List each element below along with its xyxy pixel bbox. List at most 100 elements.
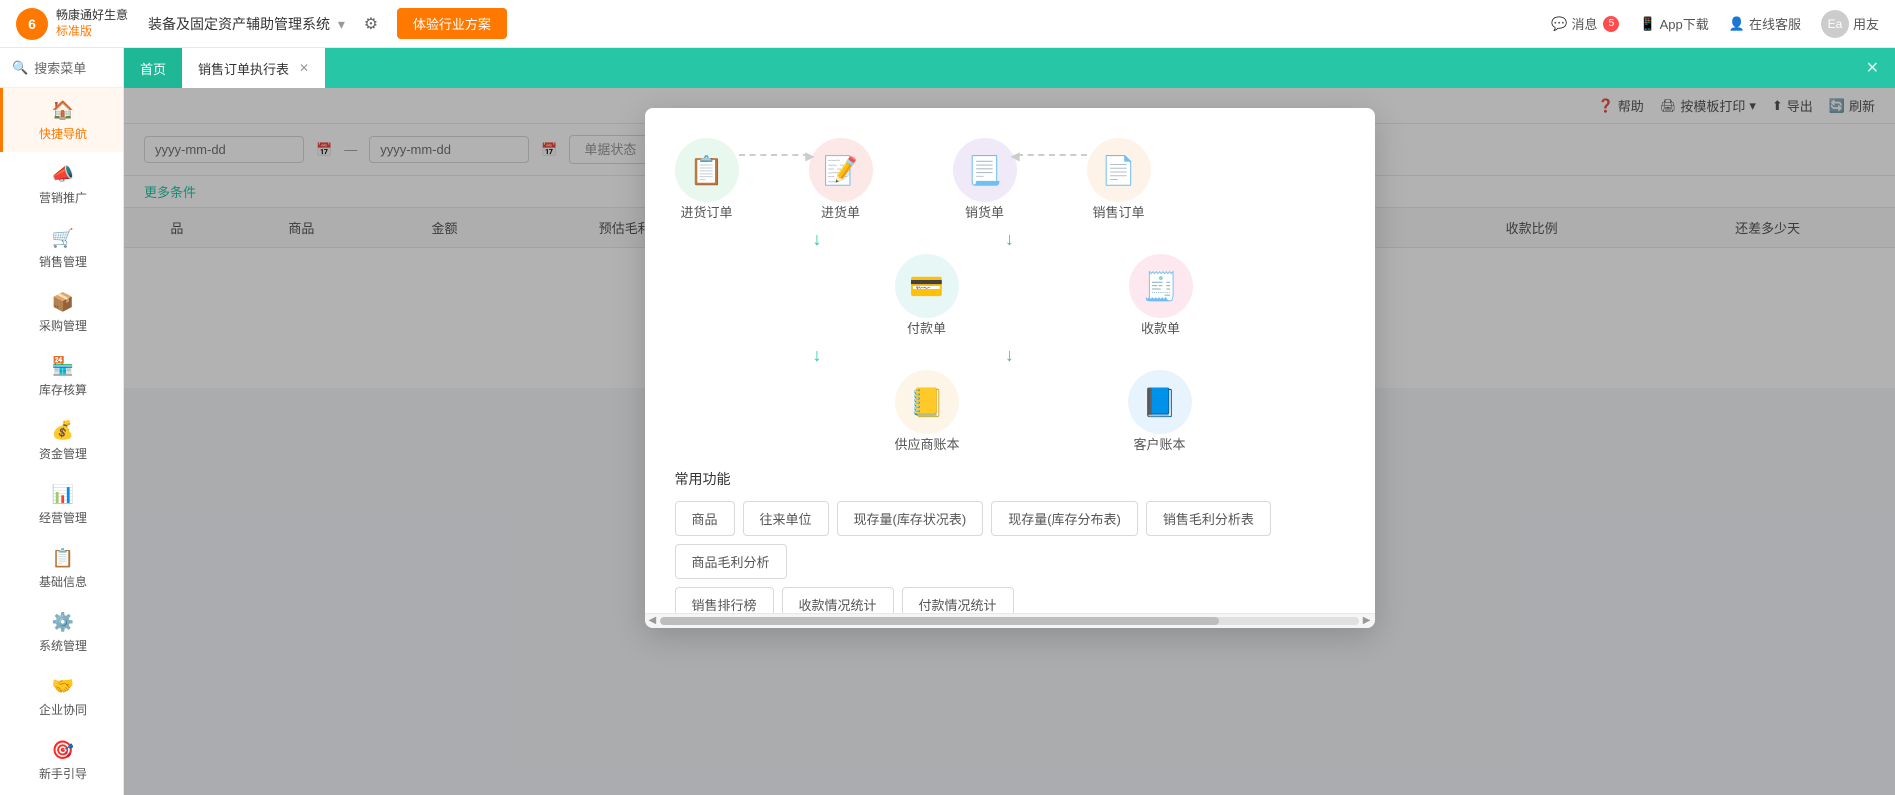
- sales-icon: 🛒: [52, 228, 74, 249]
- arrow-purchase: ▶: [739, 154, 809, 156]
- sidebar-item-guide[interactable]: 🎯 新手引导: [0, 728, 123, 792]
- logo-icon: 6: [16, 8, 48, 40]
- customer-account-circle: 📘: [1128, 370, 1192, 434]
- arrow-sales: ◀: [1017, 154, 1087, 156]
- avatar: Ea: [1821, 10, 1849, 38]
- page-content: ❓ 帮助 🖨 按模板打印 ▾ ⬆ 导出 🔄 刷新: [124, 88, 1895, 795]
- sidebar-item-sales[interactable]: 🛒 销售管理: [0, 216, 123, 280]
- purchase-icon: 📦: [52, 292, 74, 313]
- func-btn-sales-profit-analysis[interactable]: 销售毛利分析表: [1146, 501, 1271, 536]
- modal-content: 📋 进货订单 ▶ 📝 进货单: [645, 108, 1375, 613]
- supplier-account-label: 供应商账本: [895, 434, 960, 453]
- modal-overlay[interactable]: 📋 进货订单 ▶ 📝 进货单: [124, 88, 1895, 795]
- flow-second-row: 💳 付款单 🧾 收款单: [675, 254, 1345, 337]
- finance-icon: 💰: [52, 420, 74, 441]
- scrollbar-track[interactable]: [660, 617, 1359, 625]
- message-badge: 5: [1603, 16, 1619, 32]
- purchase-order-node: 📋 进货订单: [675, 138, 739, 221]
- down-arrow-supplier: ↓: [675, 345, 960, 366]
- common-funcs-title: 常用功能: [675, 469, 1345, 489]
- purchase-order-label: 进货订单: [680, 202, 732, 221]
- scroll-left-arrow[interactable]: ◀: [649, 615, 657, 626]
- scroll-right-arrow[interactable]: ▶: [1363, 615, 1371, 626]
- close-all-tabs-button[interactable]: ✕: [1850, 48, 1895, 88]
- customer-account-node: 📘 客户账本: [1128, 370, 1192, 453]
- settings-gear-button[interactable]: ⚙: [357, 10, 385, 38]
- customer-account-label: 客户账本: [1134, 434, 1186, 453]
- message-icon: 💬: [1551, 16, 1567, 32]
- down-arrow-payment: ↓: [675, 229, 960, 250]
- sidebar-item-marketing[interactable]: 📣 营销推广: [0, 152, 123, 216]
- logo-text: 畅康通好生意 标准版: [56, 8, 128, 39]
- sidebar-item-system[interactable]: ⚙️ 系统管理: [0, 600, 123, 664]
- home-icon: 🏠: [52, 100, 74, 121]
- app-download-button[interactable]: 📱 App下载: [1639, 14, 1708, 33]
- func-btn-product-profit[interactable]: 商品毛利分析: [675, 544, 787, 579]
- func-btn-stock-status[interactable]: 现存量(库存状况表): [837, 501, 984, 536]
- arrows-middle: ↓ ↓: [675, 229, 1345, 250]
- tab-close-icon[interactable]: ✕: [299, 61, 309, 75]
- sales-order-circle: 📄: [1087, 138, 1151, 202]
- cooperation-icon: 🤝: [52, 676, 74, 697]
- arrows-row3: ↓ ↓: [675, 345, 1345, 366]
- service-icon: 👤: [1729, 16, 1745, 32]
- sidebar-item-finance[interactable]: 💰 资金管理: [0, 408, 123, 472]
- sales-order-node: 📄 销售订单: [1087, 138, 1151, 221]
- top-bar-right: 💬 消息 5 📱 App下载 👤 在线客服 Ea 用友: [1551, 10, 1879, 38]
- sidebar-item-inventory[interactable]: 🏪 库存核算: [0, 344, 123, 408]
- sidebar-item-cooperation[interactable]: 🤝 企业协同: [0, 664, 123, 728]
- down-arrow-customer: ↓: [960, 345, 1060, 366]
- sidebar-item-operation[interactable]: 📊 经营管理: [0, 472, 123, 536]
- func-btn-product[interactable]: 商品: [675, 501, 735, 536]
- purchase-slip-node: 📝 进货单: [809, 138, 873, 221]
- tab-sales-order-exec[interactable]: 销售订单执行表 ✕: [182, 48, 325, 88]
- tab-bar: 首页 销售订单执行表 ✕ ✕: [124, 48, 1895, 88]
- trial-button[interactable]: 体验行业方案: [397, 8, 507, 39]
- supplier-account-node: 📒 供应商账本: [895, 370, 960, 453]
- modal-scrollbar: ◀ ▶: [645, 613, 1375, 628]
- supplier-account-circle: 📒: [895, 370, 959, 434]
- message-button[interactable]: 💬 消息 5: [1551, 14, 1619, 33]
- receipt-slip-circle: 🧾: [1129, 254, 1193, 318]
- purchase-slip-label: 进货单: [821, 202, 860, 221]
- receipt-slip-label: 收款单: [1141, 318, 1180, 337]
- download-icon: 📱: [1639, 16, 1655, 32]
- func-btn-contacts[interactable]: 往来单位: [743, 501, 829, 536]
- sidebar-item-purchase[interactable]: 📦 采购管理: [0, 280, 123, 344]
- tab-home[interactable]: 首页: [124, 48, 182, 88]
- sidebar-item-basic-info[interactable]: 📋 基础信息: [0, 536, 123, 600]
- top-bar: 6 畅康通好生意 标准版 装备及固定资产辅助管理系统 ▾ ⚙ 体验行业方案 💬 …: [0, 0, 1895, 48]
- marketing-icon: 📣: [52, 164, 74, 185]
- sales-order-label: 销售订单: [1092, 202, 1144, 221]
- func-btn-payment-stats[interactable]: 付款情况统计: [902, 587, 1014, 613]
- purchase-order-circle: 📋: [675, 138, 739, 202]
- down-arrow-receipt: ↓: [960, 229, 1060, 250]
- sidebar-item-quick-nav[interactable]: 🏠 快捷导航: [0, 88, 123, 152]
- app-container: 6 畅康通好生意 标准版 装备及固定资产辅助管理系统 ▾ ⚙ 体验行业方案 💬 …: [0, 0, 1895, 795]
- sidebar: 🔍 搜索菜单 🏠 快捷导航 📣 营销推广 🛒 销售管理 📦 采购管理 🏪: [0, 48, 124, 795]
- func-buttons-row1: 商品 往来单位 现存量(库存状况表) 现存量(库存分布表) 销售毛利分析表 商品…: [675, 501, 1345, 579]
- logo-area: 6 畅康通好生意 标准版: [16, 8, 136, 40]
- user-profile-button[interactable]: Ea 用友: [1821, 10, 1879, 38]
- guide-icon: 🎯: [52, 740, 74, 761]
- search-icon: 🔍: [12, 60, 28, 76]
- payment-slip-circle: 💳: [895, 254, 959, 318]
- inventory-icon: 🏪: [52, 356, 74, 377]
- func-btn-stock-dist[interactable]: 现存量(库存分布表): [991, 501, 1138, 536]
- sales-slip-label: 销货单: [965, 202, 1004, 221]
- scrollbar-thumb: [660, 617, 1219, 625]
- purchase-slip-circle: 📝: [809, 138, 873, 202]
- main-layout: 🔍 搜索菜单 🏠 快捷导航 📣 营销推广 🛒 销售管理 📦 采购管理 🏪: [0, 48, 1895, 795]
- func-btn-receipt-stats[interactable]: 收款情况统计: [782, 587, 894, 613]
- online-service-button[interactable]: 👤 在线客服: [1729, 14, 1801, 33]
- flow-third-row: 📒 供应商账本 📘 客户账本: [675, 370, 1345, 453]
- func-btn-sales-rank[interactable]: 销售排行榜: [675, 587, 774, 613]
- sales-slip-circle: 📃: [953, 138, 1017, 202]
- dropdown-arrow-icon[interactable]: ▾: [338, 16, 345, 32]
- content-area: 首页 销售订单执行表 ✕ ✕ ❓ 帮助 🖨 按: [124, 48, 1895, 795]
- search-menu-button[interactable]: 🔍 搜索菜单: [0, 48, 123, 88]
- receipt-slip-node: 🧾 收款单: [1129, 254, 1193, 337]
- payment-slip-label: 付款单: [907, 318, 946, 337]
- payment-slip-node: 💳 付款单: [895, 254, 959, 337]
- system-title: 装备及固定资产辅助管理系统 ▾: [148, 14, 345, 34]
